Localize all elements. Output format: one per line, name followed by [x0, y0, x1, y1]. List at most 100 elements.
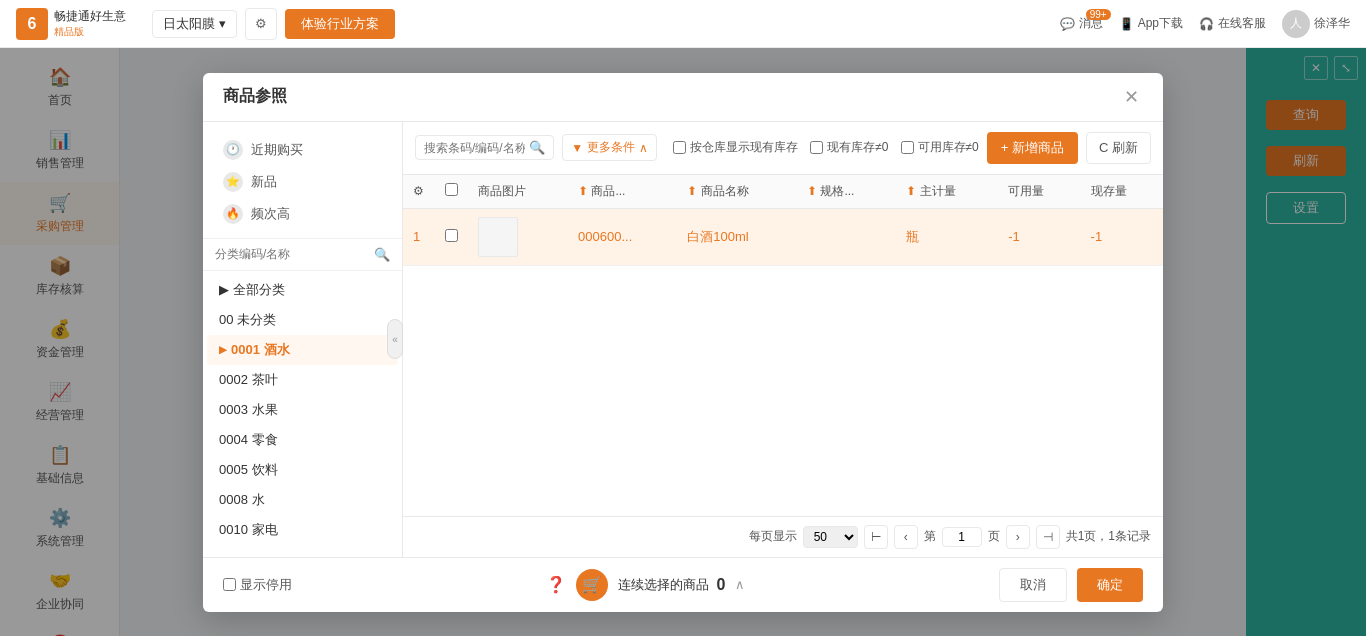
cat-0008[interactable]: 0008 水	[207, 485, 398, 515]
category-search: 🔍	[203, 247, 402, 271]
help-icon[interactable]: ❓	[546, 575, 566, 594]
col-spec-header[interactable]: ⬆ 规格...	[797, 175, 896, 209]
store-name: 日太阳膜	[163, 15, 215, 33]
cat-0002[interactable]: 0002 茶叶	[207, 365, 398, 395]
footer-center: ❓ 🛒 连续选择的商品 0 ∧	[304, 569, 987, 601]
col-unit-header[interactable]: ⬆ 主计量	[896, 175, 998, 209]
modal-right-panel: 🔍 ▼ 更多条件 ∧ 按仓库显示现有库存	[403, 122, 1163, 557]
modal-body: 🕐 近期购买 ⭐ 新品 🔥 频次高	[203, 122, 1163, 557]
col-code-header[interactable]: ⬆ 商品...	[568, 175, 677, 209]
online-service-btn[interactable]: 🎧 在线客服	[1199, 15, 1266, 32]
search-bar: 🔍 ▼ 更多条件 ∧ 按仓库显示现有库存	[403, 122, 1163, 175]
phone-icon: 📱	[1119, 17, 1134, 31]
logo-area: 6 畅捷通好生意 精品版	[16, 8, 136, 40]
messages-btn[interactable]: 💬 消息 99+	[1060, 15, 1103, 32]
frequent-icon: 🔥	[223, 204, 243, 224]
selection-count: 0	[717, 576, 726, 594]
app-download-btn[interactable]: 📱 App下载	[1119, 15, 1183, 32]
modal-footer: 显示停用 ❓ 🛒 连续选择的商品 0 ∧ 取消 确定	[203, 557, 1163, 612]
next-page-btn[interactable]: ›	[1006, 525, 1030, 549]
chevron-down-icon: ▾	[219, 16, 226, 31]
table-header-row: ⚙ 商品图片	[403, 175, 1163, 209]
header-right: 💬 消息 99+ 📱 App下载 🎧 在线客服 人 徐泽华	[1060, 10, 1350, 38]
message-icon: 💬	[1060, 17, 1075, 31]
settings-icon[interactable]: ⚙	[245, 8, 277, 40]
check-nonzero-available[interactable]: 可用库存≠0	[901, 139, 979, 156]
top-header: 6 畅捷通好生意 精品版 日太阳膜 ▾ ⚙ 体验行业方案 💬 消息 99+ 📱 …	[0, 0, 1366, 48]
modal-header: 商品参照 ✕	[203, 73, 1163, 122]
cell-stock: -1	[1081, 208, 1163, 265]
check-nonzero-stock[interactable]: 现有库存≠0	[810, 139, 888, 156]
username-label: 徐泽华	[1314, 15, 1350, 32]
app-sub: 精品版	[54, 25, 126, 38]
trial-button[interactable]: 体验行业方案	[285, 9, 395, 39]
new-icon: ⭐	[223, 172, 243, 192]
store-selector[interactable]: 日太阳膜 ▾	[152, 10, 237, 38]
show-disabled-input[interactable]	[223, 578, 236, 591]
category-search-input[interactable]	[215, 247, 370, 261]
prev-page-btn[interactable]: ‹	[894, 525, 918, 549]
cell-index: 1	[403, 208, 435, 265]
filter-icon: ▼	[571, 141, 583, 155]
filter-button[interactable]: ▼ 更多条件 ∧	[562, 134, 657, 161]
first-page-btn[interactable]: ⊢	[864, 525, 888, 549]
message-badge: 99+	[1086, 9, 1111, 20]
product-table-wrap: ⚙ 商品图片	[403, 175, 1163, 516]
table-settings-icon[interactable]: ⚙	[413, 184, 424, 198]
cat-0005[interactable]: 0005 饮料	[207, 455, 398, 485]
page-total-text: 共1页，1条记录	[1066, 528, 1151, 545]
quick-nav-recent[interactable]: 🕐 近期购买	[215, 134, 390, 166]
category-tree: ▶ 全部分类 00 未分类 ▶ 0001 酒水 0002 茶	[203, 275, 402, 545]
select-all-checkbox[interactable]	[445, 183, 458, 196]
expand-arrow-icon: ▶	[219, 282, 229, 297]
filter-up-icon: ∧	[639, 141, 648, 155]
quick-nav-frequent[interactable]: 🔥 频次高	[215, 198, 390, 230]
cell-spec	[797, 208, 896, 265]
action-buttons: + 新增商品 C 刷新	[987, 132, 1151, 164]
modal-title: 商品参照	[223, 86, 287, 107]
header-middle: 日太阳膜 ▾ ⚙ 体验行业方案	[136, 8, 1060, 40]
cat-all[interactable]: ▶ 全部分类	[207, 275, 398, 305]
cat-0004[interactable]: 0004 零食	[207, 425, 398, 455]
modal-close-button[interactable]: ✕	[1119, 85, 1143, 109]
category-search-icon[interactable]: 🔍	[374, 247, 390, 262]
cat-00[interactable]: 00 未分类	[207, 305, 398, 335]
cart-icon[interactable]: 🛒	[576, 569, 608, 601]
confirm-button[interactable]: 确定	[1077, 568, 1143, 602]
show-disabled-checkbox[interactable]: 显示停用	[223, 576, 292, 594]
refresh-button[interactable]: C 刷新	[1086, 132, 1151, 164]
search-icon[interactable]: 🔍	[529, 140, 545, 155]
selection-text: 连续选择的商品 0	[618, 576, 726, 594]
cat-0001[interactable]: ▶ 0001 酒水	[207, 335, 398, 365]
checkbox-group: 按仓库显示现有库存 现有库存≠0 可用库存≠0	[673, 139, 979, 156]
active-arrow-icon: ▶	[219, 344, 227, 355]
headset-icon: 🎧	[1199, 17, 1214, 31]
per-page-label: 每页显示	[749, 528, 797, 545]
cancel-button[interactable]: 取消	[999, 568, 1067, 602]
logo-text: 畅捷通好生意 精品版	[54, 9, 126, 38]
recent-icon: 🕐	[223, 140, 243, 160]
expand-icon[interactable]: ∧	[735, 577, 745, 592]
quick-nav-new[interactable]: ⭐ 新品	[215, 166, 390, 198]
table-row[interactable]: 1 000600... 白酒100ml	[403, 208, 1163, 265]
cell-checkbox[interactable]	[435, 208, 468, 265]
col-settings: ⚙	[403, 175, 435, 209]
per-page-select[interactable]: 50 10 20 100	[803, 526, 858, 548]
last-page-btn[interactable]: ⊣	[1036, 525, 1060, 549]
sort-icon-name: ⬆	[687, 184, 697, 198]
cat-0010[interactable]: 0010 家电	[207, 515, 398, 545]
user-profile-btn[interactable]: 人 徐泽华	[1282, 10, 1350, 38]
product-table: ⚙ 商品图片	[403, 175, 1163, 266]
col-name-header[interactable]: ⬆ 商品名称	[677, 175, 797, 209]
cat-0003[interactable]: 0003 水果	[207, 395, 398, 425]
add-product-button[interactable]: + 新增商品	[987, 132, 1078, 164]
product-search-input[interactable]	[424, 141, 525, 155]
cell-available: -1	[998, 208, 1080, 265]
row-checkbox[interactable]	[445, 229, 458, 242]
check-warehouse-stock[interactable]: 按仓库显示现有库存	[673, 139, 798, 156]
page-input[interactable]: 1	[942, 527, 982, 547]
cell-name: 白酒100ml	[677, 208, 797, 265]
sort-icon-unit: ⬆	[906, 184, 916, 198]
search-input-wrap: 🔍	[415, 135, 554, 160]
collapse-panel-btn[interactable]: «	[387, 319, 403, 359]
